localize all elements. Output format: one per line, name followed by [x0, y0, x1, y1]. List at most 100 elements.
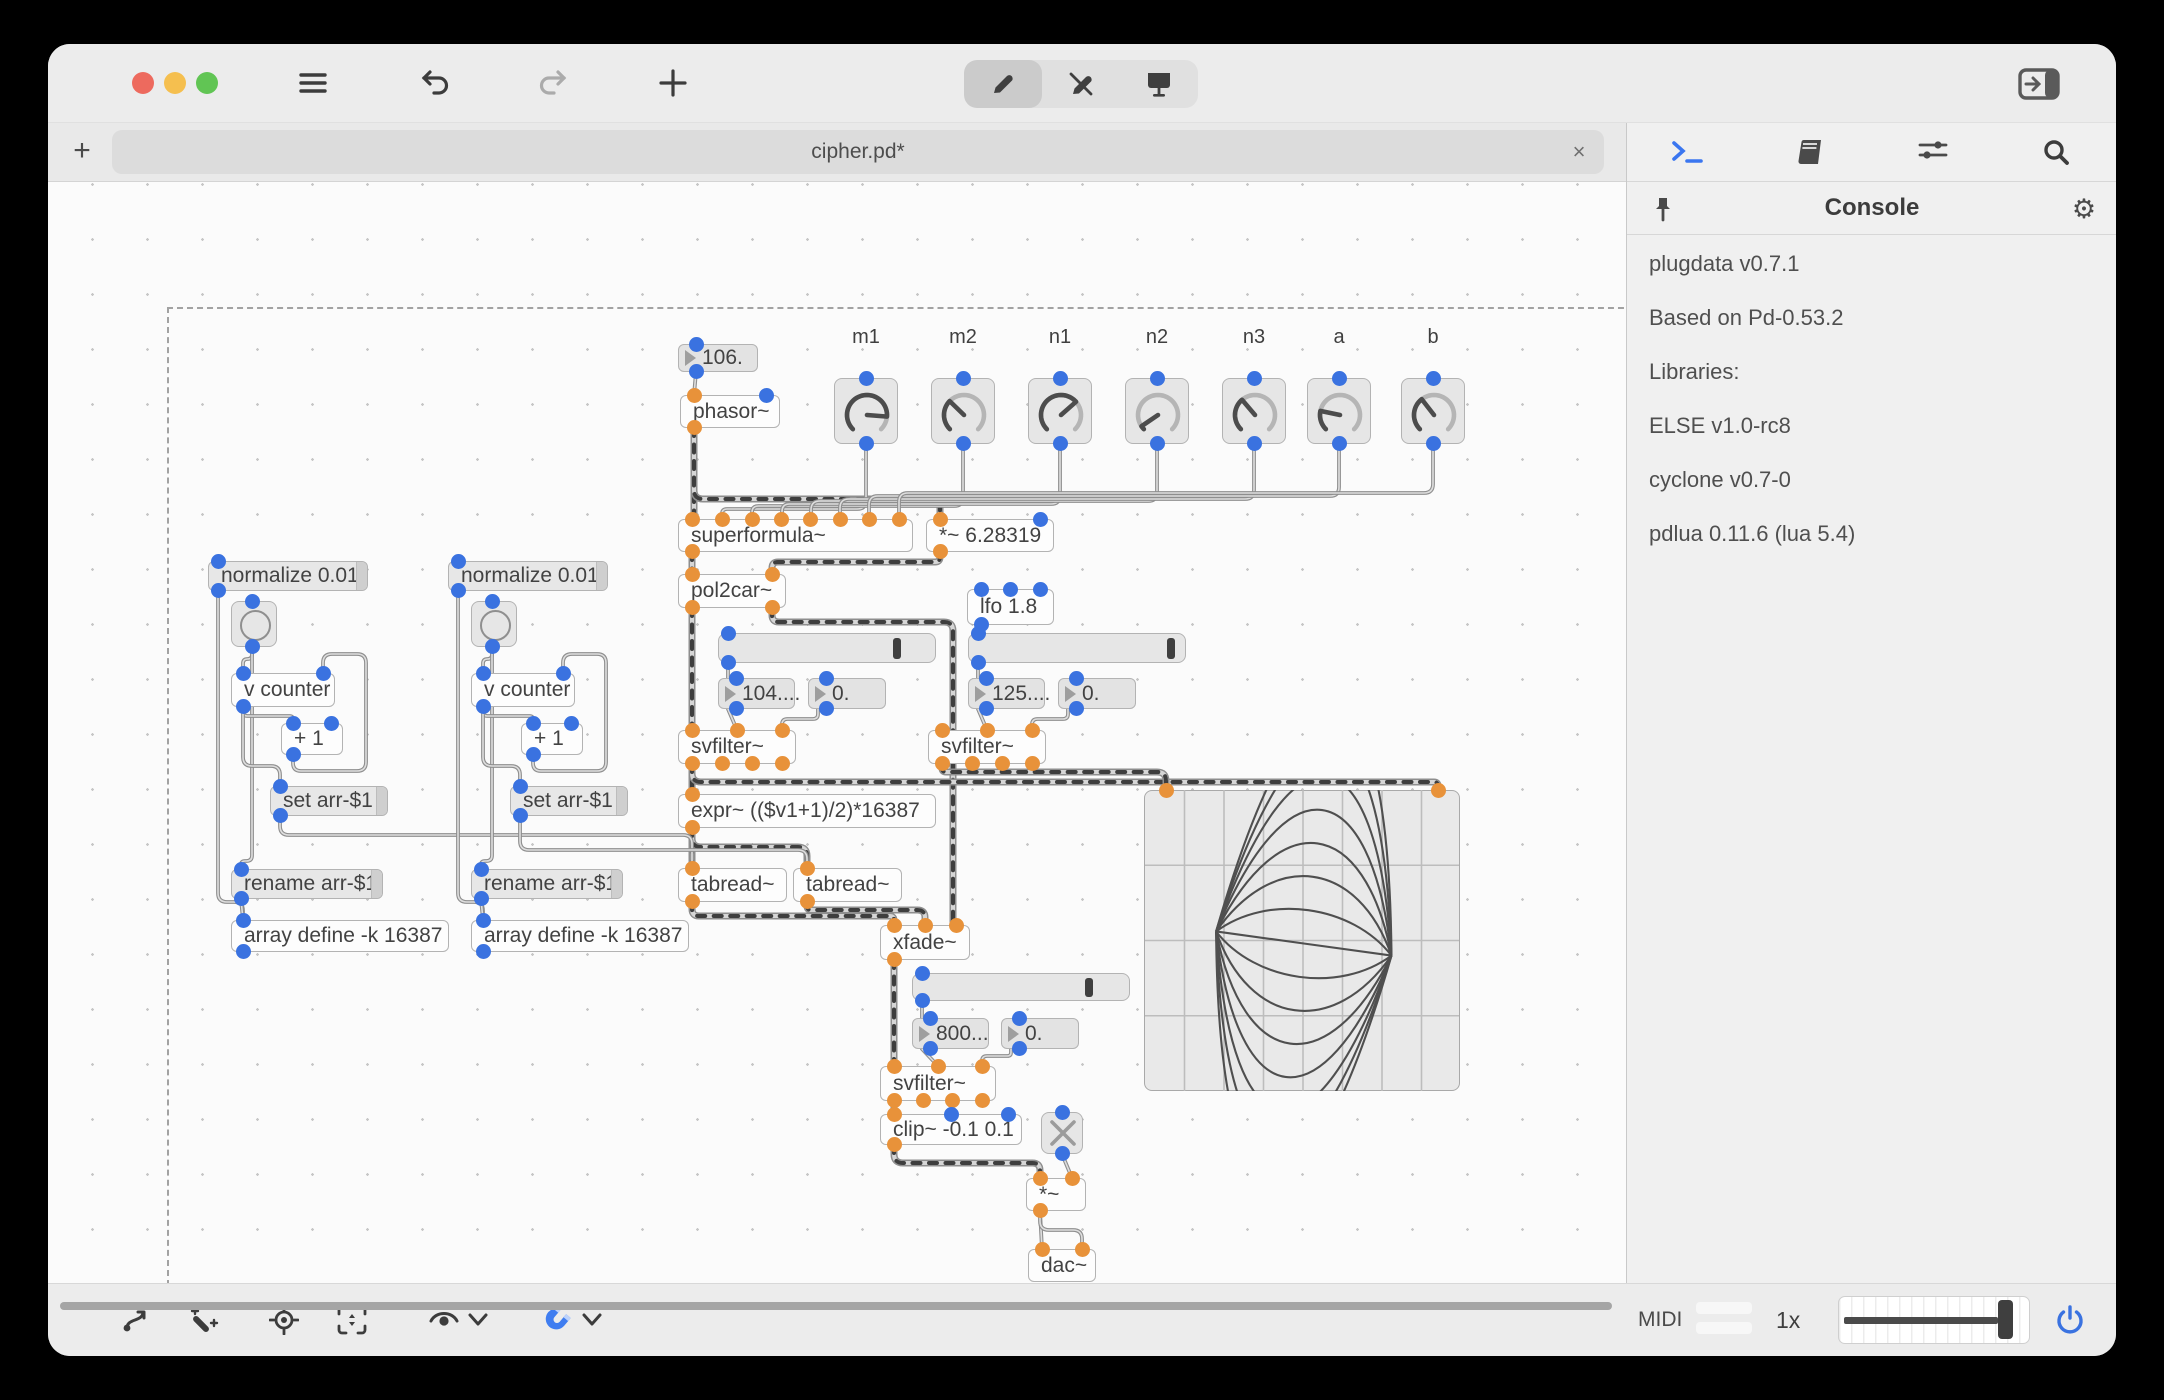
inlet[interactable] — [1075, 1242, 1090, 1257]
outlet[interactable] — [729, 701, 744, 716]
inlet[interactable] — [474, 862, 489, 877]
close-window-button[interactable] — [132, 72, 154, 94]
outlet[interactable] — [245, 639, 260, 654]
inlet[interactable] — [1332, 371, 1347, 386]
outlet[interactable] — [956, 436, 971, 451]
inlet[interactable] — [234, 862, 249, 877]
edit-mode-button[interactable] — [964, 60, 1042, 108]
hslider-bottom[interactable] — [912, 973, 1130, 1001]
rename-arr-2[interactable]: rename arr-$1 — [471, 869, 623, 899]
inlet[interactable] — [556, 666, 571, 681]
outlet[interactable] — [236, 699, 251, 714]
inlet[interactable] — [975, 1059, 990, 1074]
outlet[interactable] — [745, 756, 760, 771]
inlet[interactable] — [564, 716, 579, 731]
normalize-1[interactable]: normalize 0.01 — [208, 561, 368, 591]
inlet[interactable] — [931, 1059, 946, 1074]
inlet[interactable] — [759, 388, 774, 403]
main-menu-button[interactable] — [288, 58, 338, 108]
outlet[interactable] — [687, 420, 702, 435]
slider-handle[interactable] — [893, 638, 901, 659]
inlet[interactable] — [1012, 1011, 1027, 1026]
inlet[interactable] — [685, 787, 700, 802]
inlet[interactable] — [1001, 1107, 1016, 1122]
volume-slider-handle[interactable] — [1998, 1300, 2014, 1339]
patch-connection[interactable] — [898, 443, 1434, 520]
outlet[interactable] — [476, 944, 491, 959]
expr[interactable]: expr~ (($v1+1)/2)*16387 — [678, 794, 936, 828]
tab-cipher[interactable]: cipher.pd* × — [112, 130, 1604, 174]
inlet[interactable] — [730, 723, 745, 738]
sidebar-tab-parameters[interactable] — [1872, 123, 1995, 181]
outlet[interactable] — [915, 993, 930, 1008]
slider-handle[interactable] — [1085, 978, 1093, 997]
inlet[interactable] — [859, 371, 874, 386]
inlet[interactable] — [892, 512, 907, 527]
new-tab-button[interactable]: + — [62, 131, 102, 171]
inlet[interactable] — [800, 861, 815, 876]
inlet[interactable] — [915, 966, 930, 981]
outlet[interactable] — [979, 701, 994, 716]
outlet[interactable] — [887, 1137, 902, 1152]
inlet[interactable] — [245, 594, 260, 609]
console-settings-button[interactable]: ⚙ — [2065, 190, 2103, 228]
patch-connection[interactable] — [241, 705, 282, 788]
outlet[interactable] — [859, 436, 874, 451]
knob-m1[interactable] — [834, 378, 898, 444]
outlet[interactable] — [685, 544, 700, 559]
rename-arr-1[interactable]: rename arr-$1 — [231, 869, 383, 899]
inlet[interactable] — [526, 716, 541, 731]
knob-m2[interactable] — [931, 378, 995, 444]
outlet[interactable] — [526, 747, 541, 762]
inlet[interactable] — [918, 918, 933, 933]
outlet[interactable] — [1150, 436, 1165, 451]
inlet[interactable] — [689, 337, 704, 352]
slider-handle[interactable] — [1167, 638, 1175, 659]
patch-connection[interactable] — [770, 550, 942, 576]
inlet[interactable] — [685, 723, 700, 738]
patch-connection[interactable] — [690, 762, 1440, 792]
outlet[interactable] — [1247, 436, 1262, 451]
patch-connection[interactable] — [803, 898, 929, 929]
outlet[interactable] — [236, 944, 251, 959]
knob-a[interactable] — [1307, 378, 1371, 444]
knob-n2[interactable] — [1125, 378, 1189, 444]
patch-connection[interactable] — [690, 762, 1440, 792]
outlet[interactable] — [685, 600, 700, 615]
inlet[interactable] — [765, 567, 780, 582]
inlet[interactable] — [685, 567, 700, 582]
inlet[interactable] — [1055, 1105, 1070, 1120]
inlet[interactable] — [1033, 582, 1048, 597]
normalize-2[interactable]: normalize 0.01 — [448, 561, 608, 591]
outlet[interactable] — [935, 756, 950, 771]
outlet[interactable] — [971, 655, 986, 670]
outlet[interactable] — [1426, 436, 1441, 451]
outlet[interactable] — [887, 1093, 902, 1108]
tab-close-button[interactable]: × — [1564, 137, 1594, 167]
patch-connection[interactable] — [481, 705, 522, 788]
patch-connection[interactable] — [897, 442, 1435, 521]
inlet[interactable] — [933, 512, 948, 527]
outlet[interactable] — [1033, 1203, 1048, 1218]
canvas-horizontal-scrollbar[interactable] — [60, 1302, 1612, 1310]
set-arr-2[interactable]: set arr-$1 — [510, 786, 628, 816]
inlet[interactable] — [887, 918, 902, 933]
outlet[interactable] — [975, 1093, 990, 1108]
inlet[interactable] — [1426, 371, 1441, 386]
knob-n1[interactable] — [1028, 378, 1092, 444]
inlet[interactable] — [687, 388, 702, 403]
inlet[interactable] — [923, 1011, 938, 1026]
outlet[interactable] — [234, 891, 249, 906]
inlet[interactable] — [935, 723, 950, 738]
inlet[interactable] — [833, 512, 848, 527]
inlet[interactable] — [1247, 371, 1262, 386]
inlet[interactable] — [685, 512, 700, 527]
inlet[interactable] — [1053, 371, 1068, 386]
outlet[interactable] — [1012, 1041, 1027, 1056]
outlet[interactable] — [451, 583, 466, 598]
patch-connection[interactable] — [482, 706, 521, 787]
undo-button[interactable] — [410, 58, 460, 108]
patch-connection[interactable] — [892, 1143, 1042, 1180]
inlet[interactable] — [324, 716, 339, 731]
outlet[interactable] — [685, 894, 700, 909]
